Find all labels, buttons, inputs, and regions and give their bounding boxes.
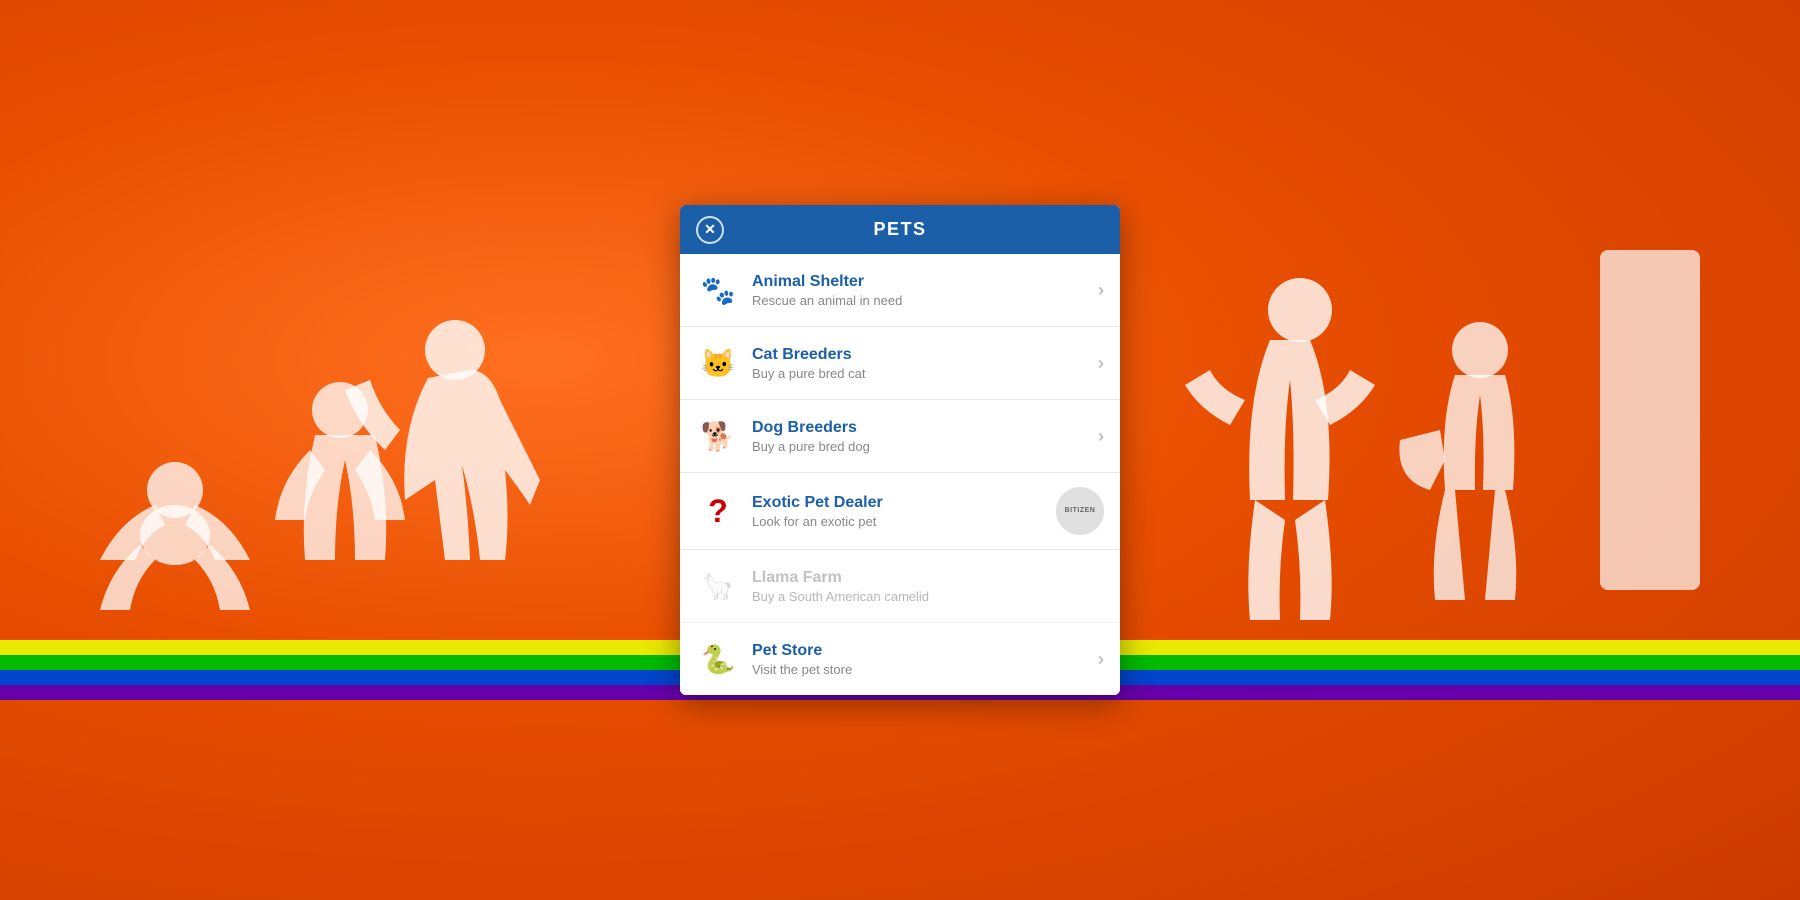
menu-item-dog-breeders[interactable]: 🐕 Dog Breeders Buy a pure bred dog › xyxy=(680,400,1120,473)
menu-item-pet-store[interactable]: 🐍 Pet Store Visit the pet store › xyxy=(680,623,1120,695)
dialog-header: ✕ PETS xyxy=(680,205,1120,254)
exotic-pet-dealer-subtitle: Look for an exotic pet xyxy=(752,514,1048,529)
animal-shelter-icon: 🐾 xyxy=(696,268,740,312)
llama-farm-title: Llama Farm xyxy=(752,569,1104,587)
llama-farm-text: Llama Farm Buy a South American camelid xyxy=(752,569,1104,604)
exotic-pet-dealer-title: Exotic Pet Dealer xyxy=(752,494,1048,512)
dog-breeders-chevron: › xyxy=(1098,426,1104,447)
bitizen-badge: BITIZEN xyxy=(1056,487,1104,535)
dog-breeders-title: Dog Breeders xyxy=(752,419,1090,437)
animal-shelter-text: Animal Shelter Rescue an animal in need xyxy=(752,273,1090,308)
cat-breeders-icon: 🐱 xyxy=(696,341,740,385)
menu-list: 🐾 Animal Shelter Rescue an animal in need ›… xyxy=(680,254,1120,695)
menu-item-animal-shelter[interactable]: 🐾 Animal Shelter Rescue an animal in need › xyxy=(680,254,1120,327)
cat-breeders-chevron: › xyxy=(1098,353,1104,374)
menu-item-llama-farm: 🦙 Llama Farm Buy a South American camelid xyxy=(680,550,1120,623)
pet-store-title: Pet Store xyxy=(752,642,1090,660)
dog-breeders-subtitle: Buy a pure bred dog xyxy=(752,439,1090,454)
animal-shelter-chevron: › xyxy=(1098,280,1104,301)
menu-item-cat-breeders[interactable]: 🐱 Cat Breeders Buy a pure bred cat › xyxy=(680,327,1120,400)
animal-shelter-subtitle: Rescue an animal in need xyxy=(752,293,1090,308)
cat-breeders-title: Cat Breeders xyxy=(752,346,1090,364)
pet-store-text: Pet Store Visit the pet store xyxy=(752,642,1090,677)
pets-dialog: ✕ PETS 🐾 Animal Shelter Rescue an animal i… xyxy=(680,205,1120,695)
menu-item-exotic-pet-dealer[interactable]: ? Exotic Pet Dealer Look for an exotic pet… xyxy=(680,473,1120,550)
dialog-title: PETS xyxy=(873,219,926,240)
llama-farm-icon: 🦙 xyxy=(696,564,740,608)
dog-breeders-text: Dog Breeders Buy a pure bred dog xyxy=(752,419,1090,454)
cat-breeders-text: Cat Breeders Buy a pure bred cat xyxy=(752,346,1090,381)
bitizen-badge-text: BITIZEN xyxy=(1065,506,1096,515)
pet-store-icon: 🐍 xyxy=(696,637,740,681)
dog-breeders-icon: 🐕 xyxy=(696,414,740,458)
pet-store-subtitle: Visit the pet store xyxy=(752,662,1090,677)
pet-store-chevron: › xyxy=(1098,649,1104,670)
animal-shelter-title: Animal Shelter xyxy=(752,273,1090,291)
llama-farm-subtitle: Buy a South American camelid xyxy=(752,589,1104,604)
page-overlay: ✕ PETS 🐾 Animal Shelter Rescue an animal i… xyxy=(0,0,1800,900)
close-button[interactable]: ✕ xyxy=(696,216,724,244)
exotic-pet-dealer-icon: ? xyxy=(696,489,740,533)
exotic-pet-dealer-text: Exotic Pet Dealer Look for an exotic pet xyxy=(752,494,1048,529)
cat-breeders-subtitle: Buy a pure bred cat xyxy=(752,366,1090,381)
